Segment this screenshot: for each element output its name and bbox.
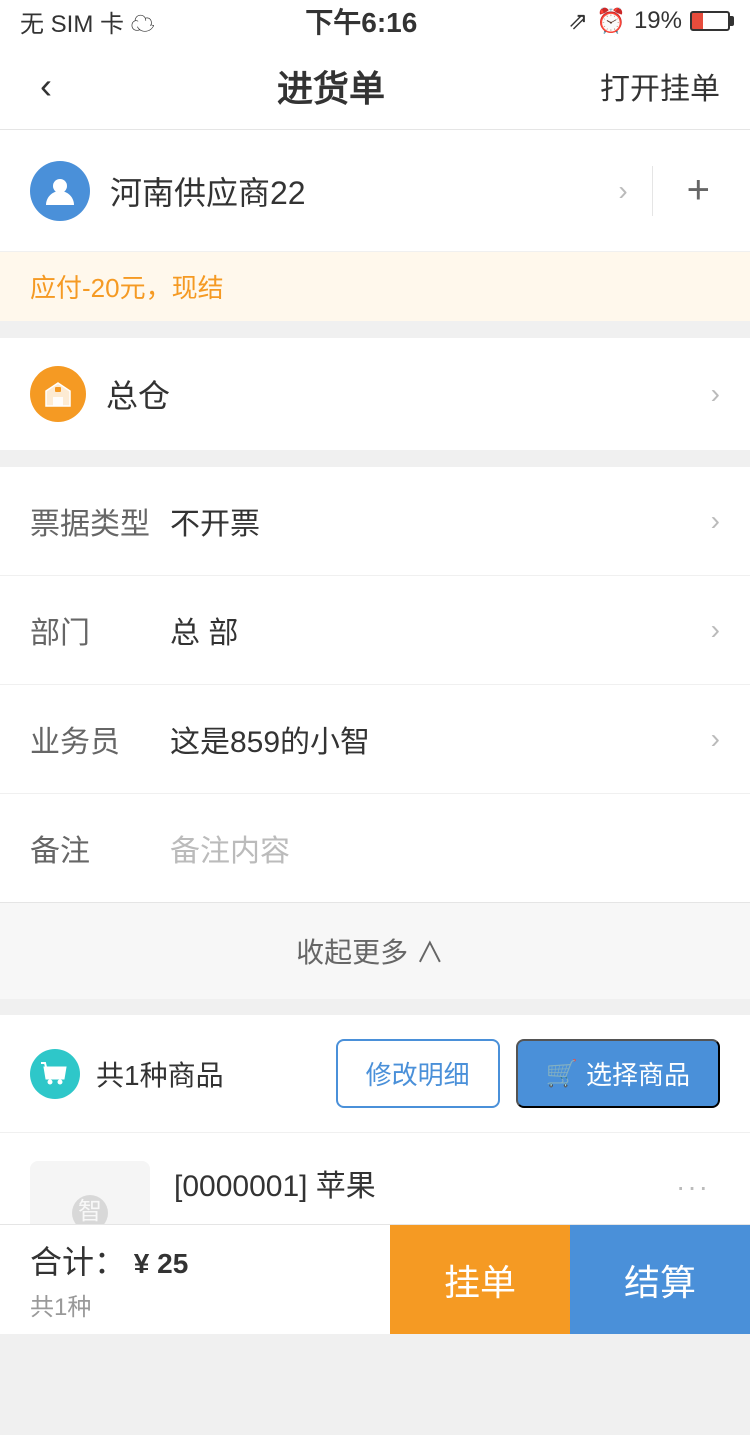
bottom-bar: 合计： ¥ 25 共1种 挂单 结算: [0, 1224, 750, 1334]
remark-label: 备注: [30, 826, 150, 870]
bottom-spacer: [0, 1325, 750, 1435]
department-chevron-icon: ›: [711, 614, 720, 646]
form-card: 票据类型 不开票 › 部门 总 部 › 业务员 这是859的小智 › 备注 备注…: [0, 466, 750, 999]
status-time: 下午6:16: [305, 1, 417, 41]
status-bar: 无 SIM 卡 ☁ 下午6:16 ⇗ ⏰ 19%: [0, 0, 750, 42]
products-icon-wrap: [30, 1049, 80, 1099]
department-label: 部门: [30, 608, 150, 652]
salesman-label: 业务员: [30, 717, 150, 761]
edit-detail-button[interactable]: 修改明细: [336, 1039, 500, 1108]
supplier-card: 河南供应商22 › + 应付-20元，现结: [0, 130, 750, 322]
warehouse-chevron-icon: ›: [711, 378, 720, 410]
salesman-value: 这是859的小智: [170, 717, 711, 761]
remark-row[interactable]: 备注 备注内容: [0, 793, 750, 902]
battery-label: 19%: [634, 7, 682, 35]
battery-icon: [690, 11, 730, 31]
checkout-button[interactable]: 结算: [570, 1225, 750, 1334]
collapse-label: 收起更多 ∧: [296, 931, 444, 971]
add-supplier-button[interactable]: +: [677, 158, 720, 223]
bottom-summary: 合计： ¥ 25 共1种: [0, 1225, 390, 1334]
shop-icon: [40, 1059, 70, 1089]
nav-bar: ‹ 进货单 打开挂单: [0, 42, 750, 130]
supplier-row[interactable]: 河南供应商22 › +: [0, 130, 750, 252]
hang-button[interactable]: 挂单: [390, 1225, 570, 1334]
department-row[interactable]: 部门 总 部 ›: [0, 575, 750, 684]
alarm-icon: ⏰: [596, 7, 626, 36]
warehouse-card[interactable]: 总仓 ›: [0, 338, 750, 450]
products-header: 共1种商品 修改明细 🛒 选择商品: [0, 1015, 750, 1133]
vertical-divider: [652, 166, 653, 216]
select-product-button[interactable]: 🛒 选择商品: [516, 1039, 720, 1108]
product-more-button[interactable]: ···: [666, 1161, 720, 1213]
invoice-label: 票据类型: [30, 499, 150, 543]
remark-input[interactable]: 备注内容: [170, 826, 720, 870]
summary-label: 合计：: [30, 1244, 126, 1280]
sim-label: 无 SIM 卡 ☁: [20, 4, 155, 39]
status-right: ⇗ ⏰ 19%: [568, 7, 730, 36]
summary-count: 共1种: [30, 1287, 360, 1322]
cart-icon: 🛒: [546, 1058, 578, 1089]
supplier-avatar: [30, 161, 90, 221]
total-line: 合计： ¥ 25: [30, 1237, 360, 1283]
product-code: [0000001] 苹果: [174, 1170, 376, 1203]
warehouse-icon: [43, 379, 73, 409]
location-icon: ⇗: [568, 7, 588, 36]
salesman-row[interactable]: 业务员 这是859的小智 ›: [0, 684, 750, 793]
supplier-name: 河南供应商22: [110, 168, 618, 214]
products-count: 共1种商品: [96, 1054, 336, 1094]
supplier-notice: 应付-20元，现结: [0, 252, 750, 322]
warehouse-name: 总仓: [106, 371, 711, 417]
status-left: 无 SIM 卡 ☁: [20, 4, 155, 39]
invoice-chevron-icon: ›: [711, 505, 720, 537]
product-name: [0000001] 苹果: [174, 1161, 642, 1205]
page-title: 进货单: [277, 60, 385, 112]
total-amount: ¥ 25: [134, 1248, 189, 1279]
warehouse-icon-wrap: [30, 366, 86, 422]
back-button[interactable]: ‹: [30, 55, 62, 117]
supplier-chevron-icon: ›: [618, 175, 627, 207]
open-hang-button[interactable]: 打开挂单: [600, 64, 720, 108]
person-icon: [42, 173, 78, 209]
invoice-row[interactable]: 票据类型 不开票 ›: [0, 466, 750, 575]
department-value: 总 部: [170, 608, 711, 652]
svg-text:智: 智: [78, 1198, 102, 1225]
warehouse-row[interactable]: 总仓 ›: [0, 338, 750, 450]
collapse-button[interactable]: 收起更多 ∧: [0, 902, 750, 999]
salesman-chevron-icon: ›: [711, 723, 720, 755]
invoice-value: 不开票: [170, 499, 711, 543]
